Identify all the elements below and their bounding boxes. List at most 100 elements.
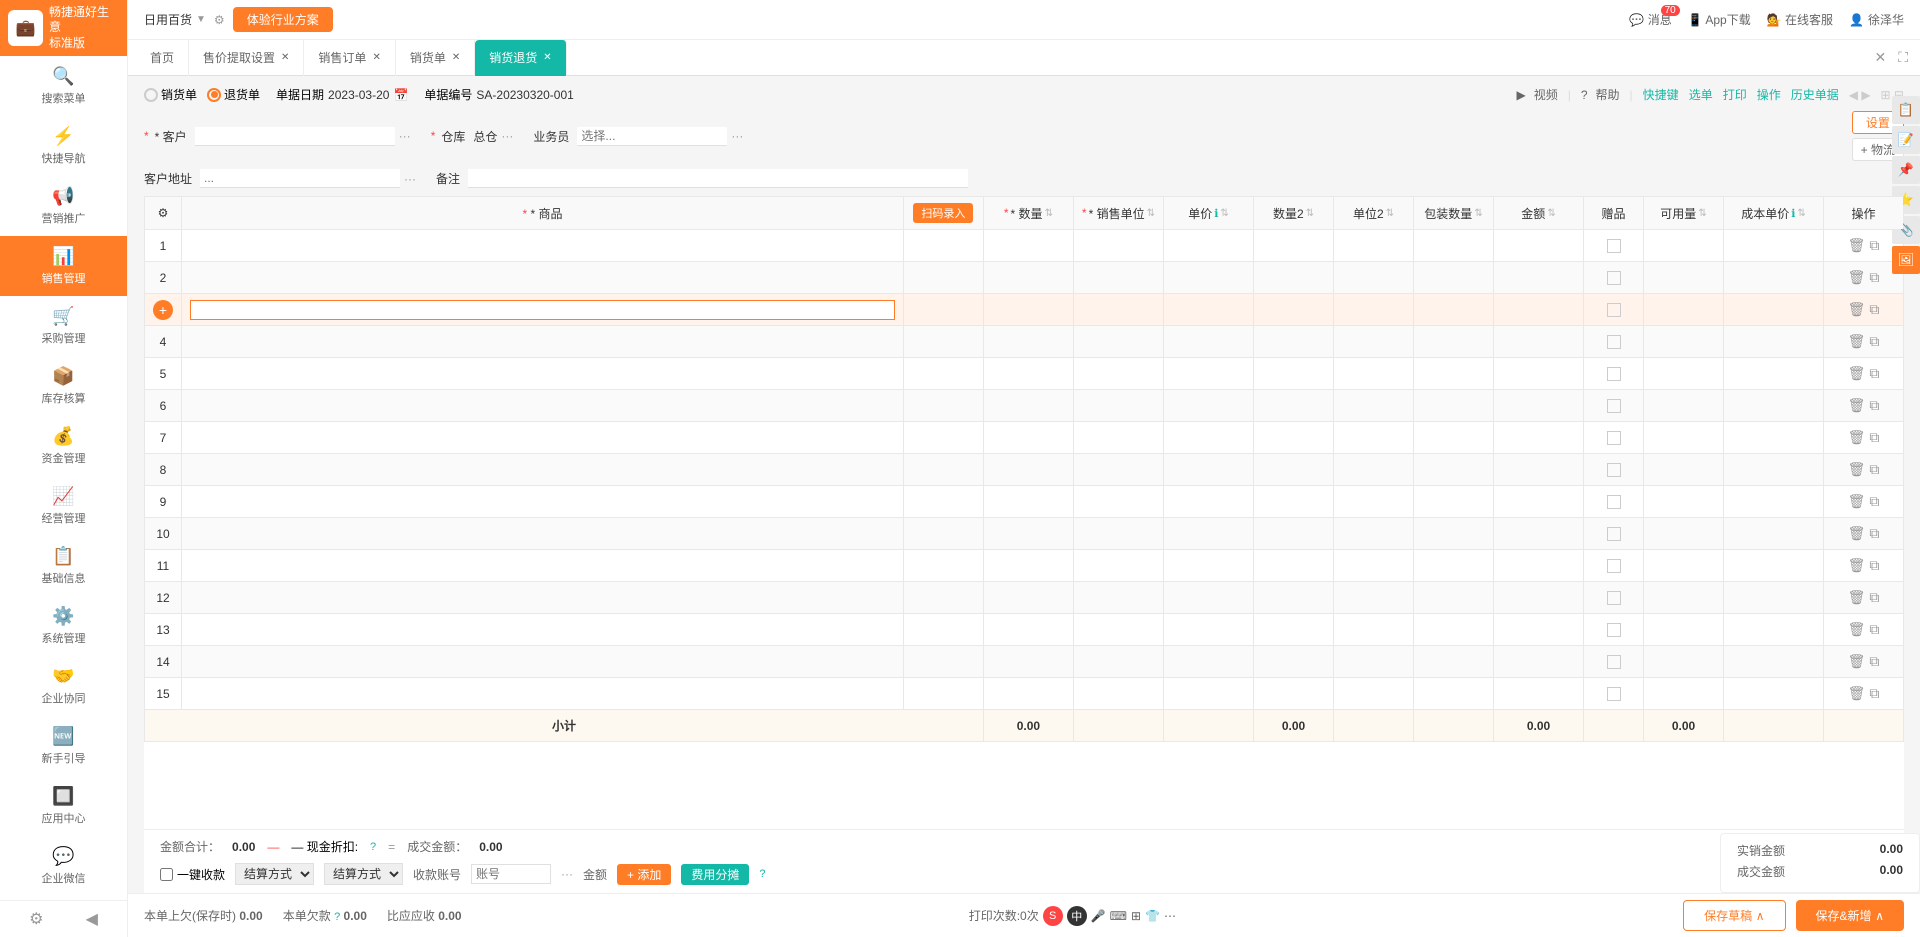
quantity2-cell-12[interactable] xyxy=(1254,582,1334,614)
sales-unit-cell-2[interactable] xyxy=(1073,262,1163,294)
delete-row-icon[interactable]: 🗑 xyxy=(1846,619,1868,640)
unit2-cell-8[interactable] xyxy=(1334,454,1414,486)
tab-expand-icon[interactable]: ⛶ xyxy=(1894,47,1912,68)
unit2-cell-15[interactable] xyxy=(1334,678,1414,710)
gift-checkbox-3[interactable] xyxy=(1607,303,1621,317)
tab-sales-order[interactable]: 销售订单 ✕ xyxy=(304,40,395,76)
sales-unit-cell-12[interactable] xyxy=(1073,582,1163,614)
tab-home[interactable]: 首页 xyxy=(136,40,189,76)
pack-qty-cell-3[interactable] xyxy=(1414,294,1494,326)
sales-unit-cell-8[interactable] xyxy=(1073,454,1163,486)
unit2-cell-14[interactable] xyxy=(1334,646,1414,678)
cost-price-cell-1[interactable] xyxy=(1724,230,1824,262)
copy-row-icon[interactable]: ⧉ xyxy=(1867,651,1881,672)
sidebar-item-purchase[interactable]: 🛒 采购管理 xyxy=(0,296,127,356)
available-cell-15[interactable] xyxy=(1644,678,1724,710)
save-new-button[interactable]: 保存&新增 ∧ xyxy=(1796,900,1904,931)
unit-price-cell-11[interactable] xyxy=(1164,550,1254,582)
quantity2-cell-7[interactable] xyxy=(1254,422,1334,454)
amount-cell-11[interactable] xyxy=(1494,550,1584,582)
delete-row-icon[interactable]: 🗑 xyxy=(1846,683,1868,704)
pack-qty-cell-6[interactable] xyxy=(1414,390,1494,422)
th-scan[interactable]: 扫码录入 xyxy=(903,197,983,230)
amount-sort-icon[interactable]: ⇅ xyxy=(1547,208,1555,219)
amount-cell-10[interactable] xyxy=(1494,518,1584,550)
topbar-gear-icon[interactable]: ⚙ xyxy=(214,13,225,27)
more-tools-icon[interactable]: ⋯ xyxy=(1164,909,1176,923)
cost-price-cell-9[interactable] xyxy=(1724,486,1824,518)
copy-row-icon[interactable]: ⧉ xyxy=(1867,427,1881,448)
amount-cell-6[interactable] xyxy=(1494,390,1584,422)
quantity2-cell-2[interactable] xyxy=(1254,262,1334,294)
pack-qty-cell-12[interactable] xyxy=(1414,582,1494,614)
cost-price-cell-4[interactable] xyxy=(1724,326,1824,358)
available-cell-8[interactable] xyxy=(1644,454,1724,486)
amount-cell-3[interactable] xyxy=(1494,294,1584,326)
available-cell-12[interactable] xyxy=(1644,582,1724,614)
message-button[interactable]: 💬 消息 70 xyxy=(1629,11,1671,28)
amount-cell-7[interactable] xyxy=(1494,422,1584,454)
pack-qty-cell-8[interactable] xyxy=(1414,454,1494,486)
sidebar-item-search[interactable]: 🔍 搜索菜单 xyxy=(0,56,127,116)
quantity2-cell-9[interactable] xyxy=(1254,486,1334,518)
tab-sales-order-close-icon[interactable]: ✕ xyxy=(372,52,380,63)
gift-checkbox-11[interactable] xyxy=(1607,559,1621,573)
delete-row-icon[interactable]: 🗑 xyxy=(1846,267,1868,288)
sales-unit-cell-1[interactable] xyxy=(1073,230,1163,262)
split-button[interactable]: 费用分摊 xyxy=(681,864,749,885)
amount-cell-15[interactable] xyxy=(1494,678,1584,710)
tab-close-all-icon[interactable]: ✕ xyxy=(1870,47,1890,68)
copy-row-icon[interactable]: ⧉ xyxy=(1867,267,1881,288)
pack-sort-icon[interactable]: ⇅ xyxy=(1474,208,1482,219)
delete-row-icon[interactable]: 🗑 xyxy=(1846,331,1868,352)
keyboard-icon[interactable]: ⌨ xyxy=(1110,909,1127,923)
available-cell-10[interactable] xyxy=(1644,518,1724,550)
cost-price-cell-5[interactable] xyxy=(1724,358,1824,390)
staff-more-icon[interactable]: ··· xyxy=(731,129,743,143)
quantity-cell-6[interactable] xyxy=(983,390,1073,422)
amount-cell-14[interactable] xyxy=(1494,646,1584,678)
unit-price-cell-9[interactable] xyxy=(1164,486,1254,518)
copy-row-icon[interactable]: ⧉ xyxy=(1867,459,1881,480)
quantity-cell-9[interactable] xyxy=(983,486,1073,518)
sales-unit-cell-3[interactable] xyxy=(1073,294,1163,326)
split-help-icon[interactable]: ? xyxy=(759,868,765,880)
quantity2-cell-3[interactable] xyxy=(1254,294,1334,326)
cost-price-cell-13[interactable] xyxy=(1724,614,1824,646)
unit2-cell-2[interactable] xyxy=(1334,262,1414,294)
quantity-cell-10[interactable] xyxy=(983,518,1073,550)
unit2-cell-6[interactable] xyxy=(1334,390,1414,422)
available-cell-6[interactable] xyxy=(1644,390,1724,422)
tab-price-close-icon[interactable]: ✕ xyxy=(281,52,289,63)
delete-row-icon[interactable]: 🗑 xyxy=(1846,587,1868,608)
unit-price-cell-7[interactable] xyxy=(1164,422,1254,454)
select-link[interactable]: 选单 xyxy=(1689,86,1713,103)
amount-cell-9[interactable] xyxy=(1494,486,1584,518)
unit-price-cell-12[interactable] xyxy=(1164,582,1254,614)
amount-cell-1[interactable] xyxy=(1494,230,1584,262)
sales-unit-cell-5[interactable] xyxy=(1073,358,1163,390)
th-settings[interactable]: ⚙ xyxy=(145,197,182,230)
tab-sales-return-close-icon[interactable]: ✕ xyxy=(543,52,551,63)
customer-input[interactable] xyxy=(195,127,395,146)
sales-unit-cell-14[interactable] xyxy=(1073,646,1163,678)
cost-price-cell-7[interactable] xyxy=(1724,422,1824,454)
unit-price-info-icon[interactable]: ℹ xyxy=(1214,207,1218,220)
tab-price-setting[interactable]: 售价提取设置 ✕ xyxy=(189,40,304,76)
gift-checkbox-6[interactable] xyxy=(1607,399,1621,413)
shirt-icon[interactable]: 👕 xyxy=(1145,909,1160,923)
product-input-3[interactable] xyxy=(190,300,895,320)
delete-row-icon[interactable]: 🗑 xyxy=(1846,395,1868,416)
sidebar-item-enterprise[interactable]: 🤝 企业协同 xyxy=(0,656,127,716)
summary-method-select[interactable]: 结算方式 xyxy=(324,863,403,885)
available-cell-3[interactable] xyxy=(1644,294,1724,326)
quantity-cell-3[interactable] xyxy=(983,294,1073,326)
cost-price-cell-15[interactable] xyxy=(1724,678,1824,710)
collapse-icon[interactable]: ◀ xyxy=(86,909,98,929)
amount-cell-4[interactable] xyxy=(1494,326,1584,358)
gift-checkbox-4[interactable] xyxy=(1607,335,1621,349)
sidebar-item-marketing[interactable]: 📢 营销推广 xyxy=(0,176,127,236)
delete-row-icon[interactable]: 🗑 xyxy=(1846,459,1868,480)
delete-row-icon[interactable]: 🗑 xyxy=(1846,555,1868,576)
quantity-cell-8[interactable] xyxy=(983,454,1073,486)
